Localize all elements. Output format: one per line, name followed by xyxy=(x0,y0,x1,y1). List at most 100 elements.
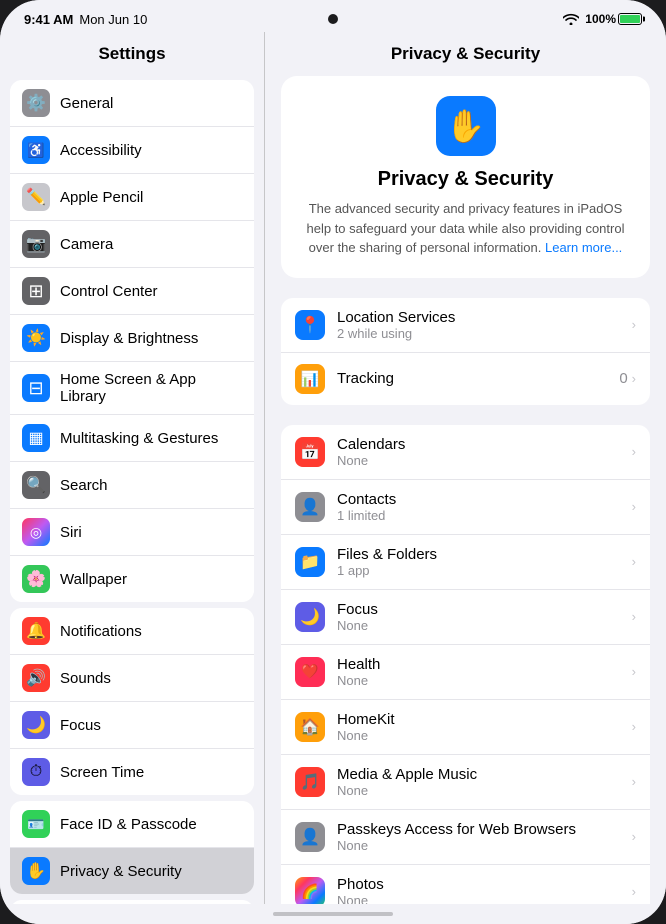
sidebar-item-screen-time[interactable]: ⏱ Screen Time xyxy=(10,749,254,795)
status-time: 9:41 AM xyxy=(24,12,73,27)
sidebar-item-accessibility[interactable]: ♿ Accessibility xyxy=(10,127,254,174)
settings-row-location-services[interactable]: 📍 Location Services 2 while using › xyxy=(281,298,650,353)
sidebar-item-siri[interactable]: ◎ Siri xyxy=(10,509,254,556)
battery-icon: 100% xyxy=(585,12,642,26)
chevron-icon: › xyxy=(632,444,636,459)
tracking-icon: 📊 xyxy=(295,364,325,394)
notifications-icon: 🔔 xyxy=(22,617,50,645)
location-services-label: Location Services xyxy=(337,309,620,326)
calendars-icon: 📅 xyxy=(295,437,325,467)
chevron-icon: › xyxy=(632,317,636,332)
sidebar-item-label: Screen Time xyxy=(60,764,144,781)
chevron-icon: › xyxy=(632,609,636,624)
sidebar-item-label: General xyxy=(60,95,113,112)
privacy-icon: ✋ xyxy=(22,857,50,885)
settings-row-homekit[interactable]: 🏠 HomeKit None › xyxy=(281,700,650,755)
settings-row-right: › xyxy=(632,609,636,624)
sidebar-item-label: Camera xyxy=(60,236,113,253)
siri-icon: ◎ xyxy=(22,518,50,546)
status-right: 100% xyxy=(563,12,642,26)
settings-row-right: › xyxy=(632,884,636,899)
settings-row-passkeys[interactable]: 👤 Passkeys Access for Web Browsers None … xyxy=(281,810,650,865)
sidebar-item-label: Privacy & Security xyxy=(60,863,182,880)
passkeys-value: None xyxy=(337,838,620,853)
media-music-value: None xyxy=(337,783,620,798)
sidebar-item-home-screen[interactable]: ⊟ Home Screen & App Library xyxy=(10,362,254,415)
settings-row-right: › xyxy=(632,554,636,569)
settings-row-text: Passkeys Access for Web Browsers None xyxy=(337,821,620,853)
settings-row-photos[interactable]: 🌈 Photos None › xyxy=(281,865,650,905)
chevron-icon: › xyxy=(632,554,636,569)
media-music-icon: 🎵 xyxy=(295,767,325,797)
battery-percent: 100% xyxy=(585,12,616,26)
photos-label: Photos xyxy=(337,876,620,893)
settings-row-contacts[interactable]: 👤 Contacts 1 limited › xyxy=(281,480,650,535)
sidebar-item-face-id[interactable]: 🪪 Face ID & Passcode xyxy=(10,801,254,848)
sidebar-item-camera[interactable]: 📷 Camera xyxy=(10,221,254,268)
sidebar-item-label: Sounds xyxy=(60,670,111,687)
files-label: Files & Folders xyxy=(337,546,620,563)
sidebar-item-label: Control Center xyxy=(60,283,158,300)
contacts-value: 1 limited xyxy=(337,508,620,523)
files-icon: 📁 xyxy=(295,547,325,577)
settings-row-files[interactable]: 📁 Files & Folders 1 app › xyxy=(281,535,650,590)
sidebar-section-3: 🪪 Face ID & Passcode ✋ Privacy & Securit… xyxy=(10,801,254,894)
focus-value: None xyxy=(337,618,620,633)
sidebar-item-label: Display & Brightness xyxy=(60,330,198,347)
focus-icon: 🌙 xyxy=(22,711,50,739)
battery-bar xyxy=(618,13,642,25)
general-icon: ⚙️ xyxy=(22,89,50,117)
settings-row-right: › xyxy=(632,774,636,789)
sidebar-item-privacy[interactable]: ✋ Privacy & Security xyxy=(10,848,254,894)
chevron-icon: › xyxy=(632,884,636,899)
settings-row-text: Focus None xyxy=(337,601,620,633)
sidebar-item-apple-pencil[interactable]: ✏️ Apple Pencil xyxy=(10,174,254,221)
sidebar-item-notifications[interactable]: 🔔 Notifications xyxy=(10,608,254,655)
photos-icon: 🌈 xyxy=(295,877,325,905)
sidebar-title: Settings xyxy=(0,32,264,74)
sidebar-item-label: Notifications xyxy=(60,623,142,640)
location-services-value: 2 while using xyxy=(337,326,620,341)
settings-row-right: › xyxy=(632,444,636,459)
control-center-icon: ⊞ xyxy=(22,277,50,305)
status-bar: 9:41 AM Mon Jun 10 100% xyxy=(0,0,666,32)
settings-row-health[interactable]: ❤️ Health None › xyxy=(281,645,650,700)
settings-row-focus[interactable]: 🌙 Focus None › xyxy=(281,590,650,645)
sounds-icon: 🔊 xyxy=(22,664,50,692)
wallpaper-icon: 🌸 xyxy=(22,565,50,593)
privacy-header-icon: ✋ xyxy=(436,96,496,156)
chevron-icon: › xyxy=(632,499,636,514)
sidebar-item-focus[interactable]: 🌙 Focus xyxy=(10,702,254,749)
passkeys-icon: 👤 xyxy=(295,822,325,852)
sidebar-item-multitasking[interactable]: ▦ Multitasking & Gestures xyxy=(10,415,254,462)
sidebar-item-label: Focus xyxy=(60,717,101,734)
calendars-label: Calendars xyxy=(337,436,620,453)
settings-row-calendars[interactable]: 📅 Calendars None › xyxy=(281,425,650,480)
focus-privacy-icon: 🌙 xyxy=(295,602,325,632)
settings-row-text: Media & Apple Music None xyxy=(337,766,620,798)
sidebar-item-general[interactable]: ⚙️ General xyxy=(10,80,254,127)
homekit-icon: 🏠 xyxy=(295,712,325,742)
photos-value: None xyxy=(337,893,620,905)
display-icon: ☀️ xyxy=(22,324,50,352)
sidebar-item-control-center[interactable]: ⊞ Control Center xyxy=(10,268,254,315)
wifi-icon xyxy=(563,13,579,25)
sidebar-item-display[interactable]: ☀️ Display & Brightness xyxy=(10,315,254,362)
settings-row-text: HomeKit None xyxy=(337,711,620,743)
sidebar-item-search[interactable]: 🔍 Search xyxy=(10,462,254,509)
settings-row-tracking[interactable]: 📊 Tracking 0 › xyxy=(281,353,650,405)
sidebar-item-wallpaper[interactable]: 🌸 Wallpaper xyxy=(10,556,254,602)
right-panel-title: Privacy & Security xyxy=(281,44,650,76)
settings-row-text: Tracking xyxy=(337,370,607,387)
sidebar-item-sounds[interactable]: 🔊 Sounds xyxy=(10,655,254,702)
health-label: Health xyxy=(337,656,620,673)
sidebar-section-2: 🔔 Notifications 🔊 Sounds 🌙 Focus ⏱ Scree… xyxy=(10,608,254,795)
settings-row-text: Location Services 2 while using xyxy=(337,309,620,341)
learn-more-link[interactable]: Learn more... xyxy=(545,240,622,255)
settings-row-media-music[interactable]: 🎵 Media & Apple Music None › xyxy=(281,755,650,810)
sidebar: Settings ⚙️ General ♿ Accessibility ✏️ A… xyxy=(0,32,265,904)
settings-row-right: › xyxy=(632,719,636,734)
calendars-value: None xyxy=(337,453,620,468)
sidebar-item-label: Home Screen & App Library xyxy=(60,371,242,405)
header-card: ✋ Privacy & Security The advanced securi… xyxy=(281,76,650,278)
